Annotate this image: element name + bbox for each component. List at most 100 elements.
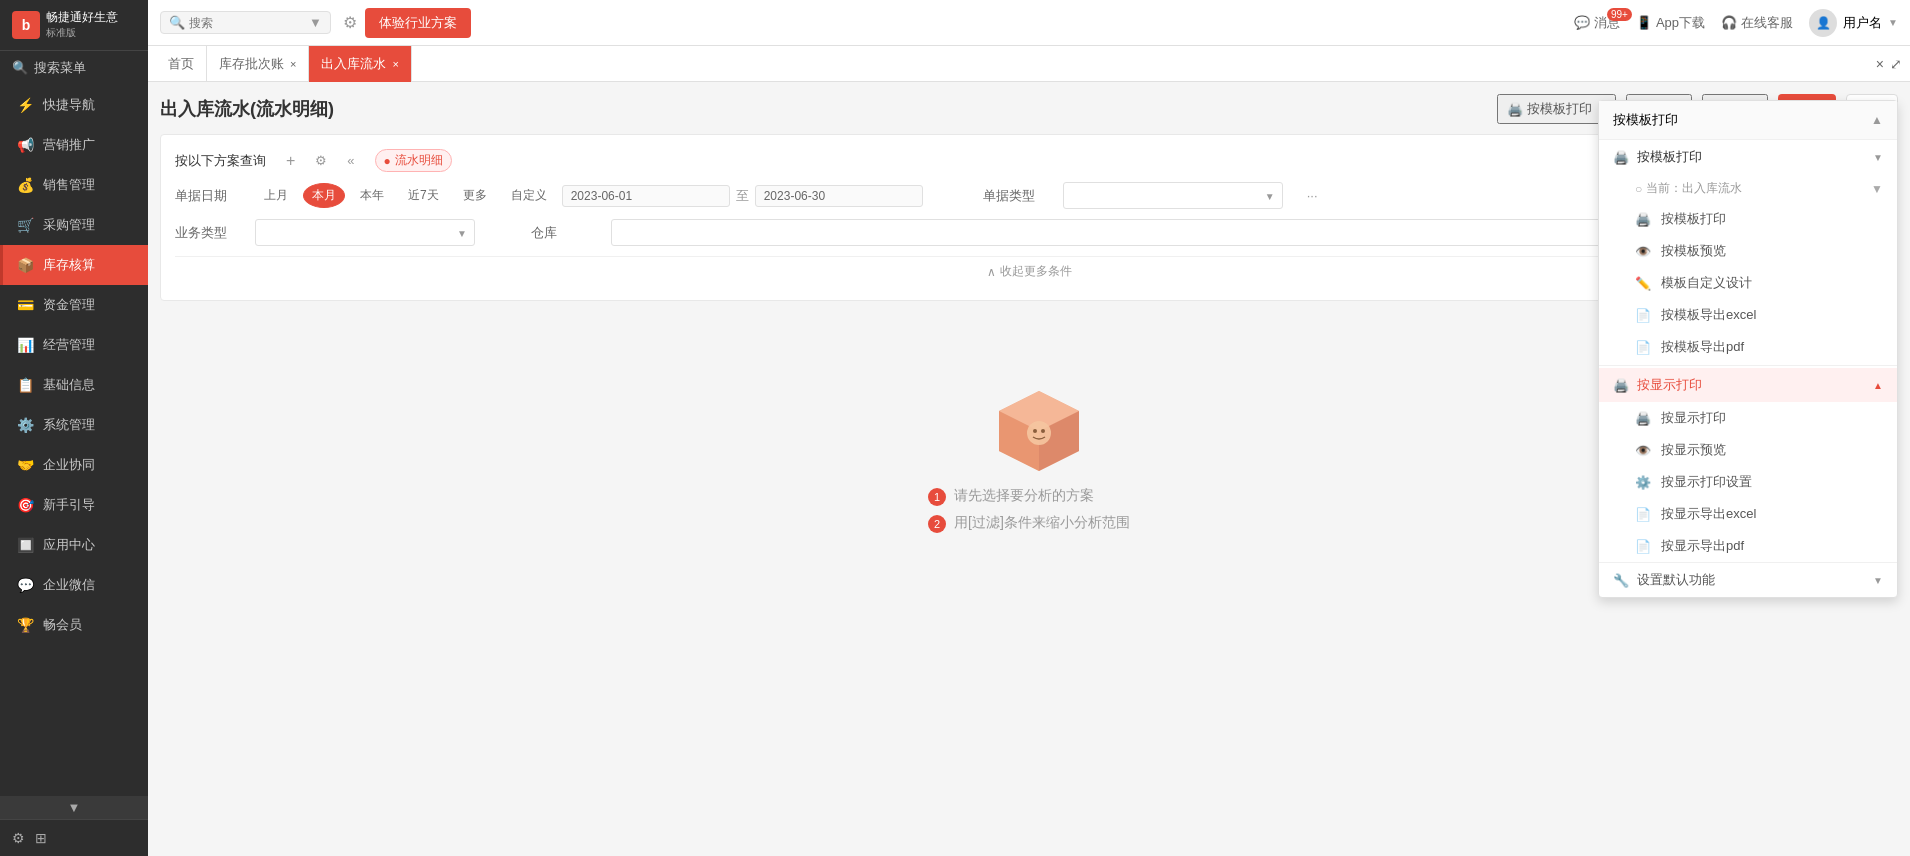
search-icon: 🔍 — [12, 60, 28, 75]
sidebar-item-system[interactable]: ⚙️ 系统管理 — [0, 405, 148, 445]
print-icon: 🖨️ — [1507, 102, 1523, 117]
display-pdf-icon: 📄 — [1635, 539, 1651, 554]
display-print-settings-item[interactable]: ⚙️ 按显示打印设置 — [1599, 466, 1897, 498]
biz-type-select[interactable] — [255, 219, 475, 246]
sidebar-item-purchase[interactable]: 🛒 采购管理 — [0, 205, 148, 245]
tab-batch-account[interactable]: 库存批次账 × — [207, 46, 309, 82]
template-print-item[interactable]: 🖨️ 按模板打印 — [1599, 203, 1897, 235]
window-close-button[interactable]: × — [1876, 56, 1884, 72]
date-from-input[interactable] — [562, 185, 730, 207]
tab-home[interactable]: 首页 — [156, 46, 207, 82]
settings-icon[interactable]: ⚙ — [12, 830, 25, 846]
download-icon: 📱 — [1636, 15, 1652, 30]
template-excel-item[interactable]: 📄 按模板导出excel — [1599, 299, 1897, 331]
sidebar-search[interactable]: 🔍 搜索菜单 — [0, 51, 148, 85]
date-btn-last-month[interactable]: 上月 — [255, 183, 297, 208]
date-btn-custom[interactable]: 自定义 — [502, 183, 556, 208]
template-preview-item[interactable]: 👁️ 按模板预览 — [1599, 235, 1897, 267]
sidebar-item-guide[interactable]: 🎯 新手引导 — [0, 485, 148, 525]
sidebar-item-label: 新手引导 — [43, 496, 95, 514]
marketing-icon: 📢 — [15, 135, 35, 155]
topbar-gear-icon[interactable]: ⚙ — [343, 13, 357, 32]
sidebar-item-operations[interactable]: 📊 经营管理 — [0, 325, 148, 365]
system-icon: ⚙️ — [15, 415, 35, 435]
date-to-input[interactable] — [755, 185, 923, 207]
type-filter-more-icon[interactable]: ··· — [1307, 188, 1318, 203]
date-btn-this-month[interactable]: 本月 — [303, 183, 345, 208]
set-default-button[interactable]: 🔧 设置默认功能 ▼ — [1599, 562, 1897, 597]
template-preview-icon: 👁️ — [1635, 244, 1651, 259]
tab-inout-flow[interactable]: 出入库流水 × — [309, 46, 411, 82]
sidebar-item-label: 系统管理 — [43, 416, 95, 434]
sidebar-item-app-center[interactable]: 🔲 应用中心 — [0, 525, 148, 565]
scroll-down-icon: ▼ — [68, 800, 81, 815]
display-excel-item[interactable]: 📄 按显示导出excel — [1599, 498, 1897, 530]
window-maximize-button[interactable]: ⤢ — [1890, 56, 1902, 72]
print-dropdown-collapse-icon[interactable]: ▲ — [1871, 113, 1883, 127]
tab-inout-flow-close[interactable]: × — [392, 58, 398, 70]
sidebar-item-member[interactable]: 🏆 畅会员 — [0, 605, 148, 645]
template-print-item-label: 按模板打印 — [1661, 210, 1726, 228]
date-btn-more[interactable]: 更多 — [454, 183, 496, 208]
date-btn-7days[interactable]: 近7天 — [399, 183, 448, 208]
search-dropdown-icon[interactable]: ▼ — [309, 15, 322, 30]
sidebar-item-quick-nav[interactable]: ⚡ 快捷导航 — [0, 85, 148, 125]
filter-collapse-icon[interactable]: « — [347, 153, 354, 168]
warehouse-label: 仓库 — [531, 224, 591, 242]
app-logo: b 畅捷通好生意 标准版 — [0, 0, 148, 51]
collapse-label: 收起更多条件 — [1000, 263, 1072, 280]
app-download-label: App下载 — [1656, 14, 1705, 32]
topbar-search-box[interactable]: 🔍 ▼ — [160, 11, 331, 34]
filter-tag-detail[interactable]: ● 流水明细 — [375, 149, 452, 172]
display-pdf-item[interactable]: 📄 按显示导出pdf — [1599, 530, 1897, 562]
step-number-1: 1 — [928, 488, 946, 506]
sidebar-item-inventory[interactable]: 📦 库存核算 — [0, 245, 148, 285]
template-print-section-header[interactable]: 🖨️ 按模板打印 ▼ — [1599, 140, 1897, 174]
template-pdf-item[interactable]: 📄 按模板导出pdf — [1599, 331, 1897, 363]
sidebar-item-label: 经营管理 — [43, 336, 95, 354]
biz-type-wrapper — [255, 219, 475, 246]
date-btn-this-year[interactable]: 本年 — [351, 183, 393, 208]
display-preview-item[interactable]: 👁️ 按显示预览 — [1599, 434, 1897, 466]
user-menu[interactable]: 👤 用户名 ▼ — [1809, 9, 1898, 37]
display-print-item-label: 按显示打印 — [1661, 409, 1726, 427]
display-print-section-header[interactable]: 🖨️ 按显示打印 ▲ — [1599, 368, 1897, 402]
fold-icon[interactable]: ⊞ — [35, 830, 47, 846]
empty-steps: 1 请先选择要分析的方案 2 用[过滤]条件来缩小分析范围 — [928, 487, 1130, 541]
template-design-item[interactable]: ✏️ 模板自定义设计 — [1599, 267, 1897, 299]
display-preview-icon: 👁️ — [1635, 443, 1651, 458]
sidebar-item-wechat[interactable]: 💬 企业微信 — [0, 565, 148, 605]
display-print-item[interactable]: 🖨️ 按显示打印 — [1599, 402, 1897, 434]
step-2-label: 用[过滤]条件来缩小分析范围 — [954, 514, 1130, 532]
display-settings-icon: ⚙️ — [1635, 475, 1651, 490]
template-design-label: 模板自定义设计 — [1661, 274, 1752, 292]
template-preview-label: 按模板预览 — [1661, 242, 1726, 260]
sidebar-scroll-down[interactable]: ▼ — [0, 796, 148, 819]
sidebar-item-basic-info[interactable]: 📋 基础信息 — [0, 365, 148, 405]
template-print-icon: 🖨️ — [1613, 150, 1629, 165]
biz-type-label: 业务类型 — [175, 224, 235, 242]
topbar-search-input[interactable] — [189, 16, 309, 30]
filter-tag-icon: ● — [384, 154, 391, 168]
sidebar-nav: ⚡ 快捷导航 📢 营销推广 💰 销售管理 🛒 采购管理 📦 库存核算 💳 资金管… — [0, 85, 148, 796]
sidebar-item-marketing[interactable]: 📢 营销推广 — [0, 125, 148, 165]
tab-batch-account-close[interactable]: × — [290, 58, 296, 70]
message-button[interactable]: 💬 消息 99+ — [1574, 14, 1620, 32]
app-download-button[interactable]: 📱 App下载 — [1636, 14, 1705, 32]
inventory-icon: 📦 — [15, 255, 35, 275]
sidebar-item-finance[interactable]: 💳 资金管理 — [0, 285, 148, 325]
svg-point-6 — [1041, 429, 1045, 433]
industry-solution-button[interactable]: 体验行业方案 — [365, 8, 471, 38]
filter-add-button[interactable]: + — [286, 152, 295, 170]
sidebar-item-enterprise[interactable]: 🤝 企业协同 — [0, 445, 148, 485]
basic-info-icon: 📋 — [15, 375, 35, 395]
sidebar-item-sales[interactable]: 💰 销售管理 — [0, 165, 148, 205]
sidebar-item-label: 销售管理 — [43, 176, 95, 194]
app-badge: 标准版 — [46, 26, 118, 40]
type-filter-select[interactable] — [1063, 182, 1283, 209]
online-service-button[interactable]: 🎧 在线客服 — [1721, 14, 1793, 32]
purchase-icon: 🛒 — [15, 215, 35, 235]
set-default-icon: 🔧 — [1613, 573, 1629, 588]
filter-gear-icon[interactable]: ⚙ — [315, 153, 327, 168]
display-print-icon: 🖨️ — [1613, 378, 1629, 393]
